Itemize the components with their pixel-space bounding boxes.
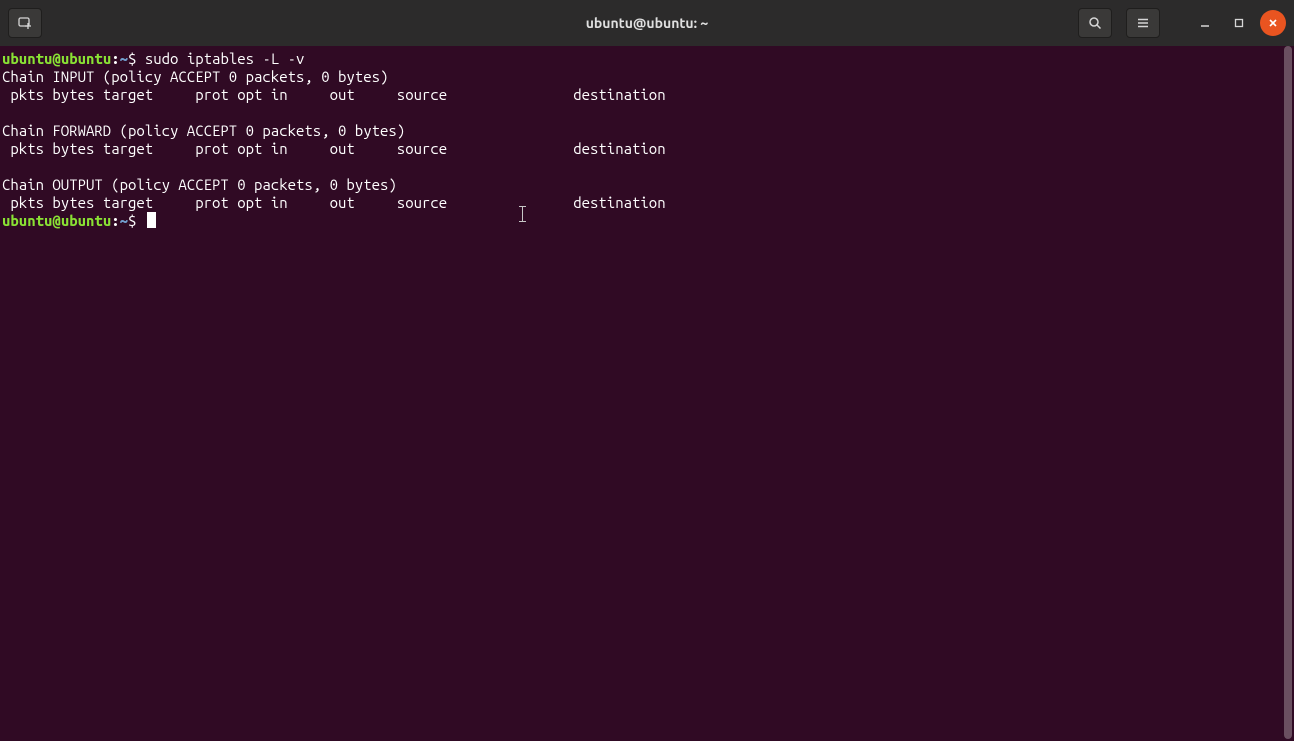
output-line: pkts bytes target prot opt in out source…: [2, 86, 1294, 104]
search-button[interactable]: [1078, 8, 1112, 38]
prompt-colon: :: [111, 50, 119, 67]
search-icon: [1088, 16, 1102, 30]
text-cursor-ibeam: [522, 206, 523, 222]
maximize-icon: [1233, 17, 1245, 29]
output-line: Chain INPUT (policy ACCEPT 0 packets, 0 …: [2, 68, 1294, 86]
hamburger-menu-button[interactable]: [1126, 8, 1160, 38]
output-line: pkts bytes target prot opt in out source…: [2, 194, 1294, 212]
scrollbar[interactable]: [1284, 46, 1292, 739]
window-title: ubuntu@ubuntu: ~: [586, 15, 709, 31]
terminal-viewport[interactable]: ubuntu@ubuntu:~$ sudo iptables -L -v Cha…: [0, 46, 1294, 741]
prompt-user: ubuntu: [2, 50, 52, 67]
scrollbar-thumb[interactable]: [1284, 46, 1292, 739]
close-button[interactable]: [1260, 10, 1286, 36]
prompt-user: ubuntu: [2, 212, 52, 229]
prompt-host: ubuntu: [61, 212, 111, 229]
hamburger-icon: [1136, 16, 1150, 30]
output-line: pkts bytes target prot opt in out source…: [2, 140, 1294, 158]
prompt-colon: :: [111, 212, 119, 229]
window-titlebar: ubuntu@ubuntu: ~: [0, 0, 1294, 46]
prompt-sigil: $: [128, 212, 136, 229]
prompt-host: ubuntu: [61, 50, 111, 67]
output-line: [2, 104, 1294, 122]
new-tab-icon: [17, 15, 33, 31]
prompt-at: @: [52, 50, 60, 67]
prompt-sigil: $: [128, 50, 136, 67]
terminal-cursor: [147, 212, 156, 228]
prompt-path: ~: [120, 212, 128, 229]
close-icon: [1267, 17, 1279, 29]
maximize-button[interactable]: [1226, 10, 1252, 36]
prompt-line-1: ubuntu@ubuntu:~$ sudo iptables -L -v: [2, 50, 1294, 68]
prompt-at: @: [52, 212, 60, 229]
command-text: sudo iptables -L -v: [145, 50, 305, 67]
minimize-icon: [1199, 17, 1211, 29]
output-line: Chain OUTPUT (policy ACCEPT 0 packets, 0…: [2, 176, 1294, 194]
prompt-line-2: ubuntu@ubuntu:~$: [2, 212, 1294, 230]
output-line: Chain FORWARD (policy ACCEPT 0 packets, …: [2, 122, 1294, 140]
new-tab-button[interactable]: [8, 8, 42, 38]
prompt-path: ~: [120, 50, 128, 67]
output-line: [2, 158, 1294, 176]
minimize-button[interactable]: [1192, 10, 1218, 36]
